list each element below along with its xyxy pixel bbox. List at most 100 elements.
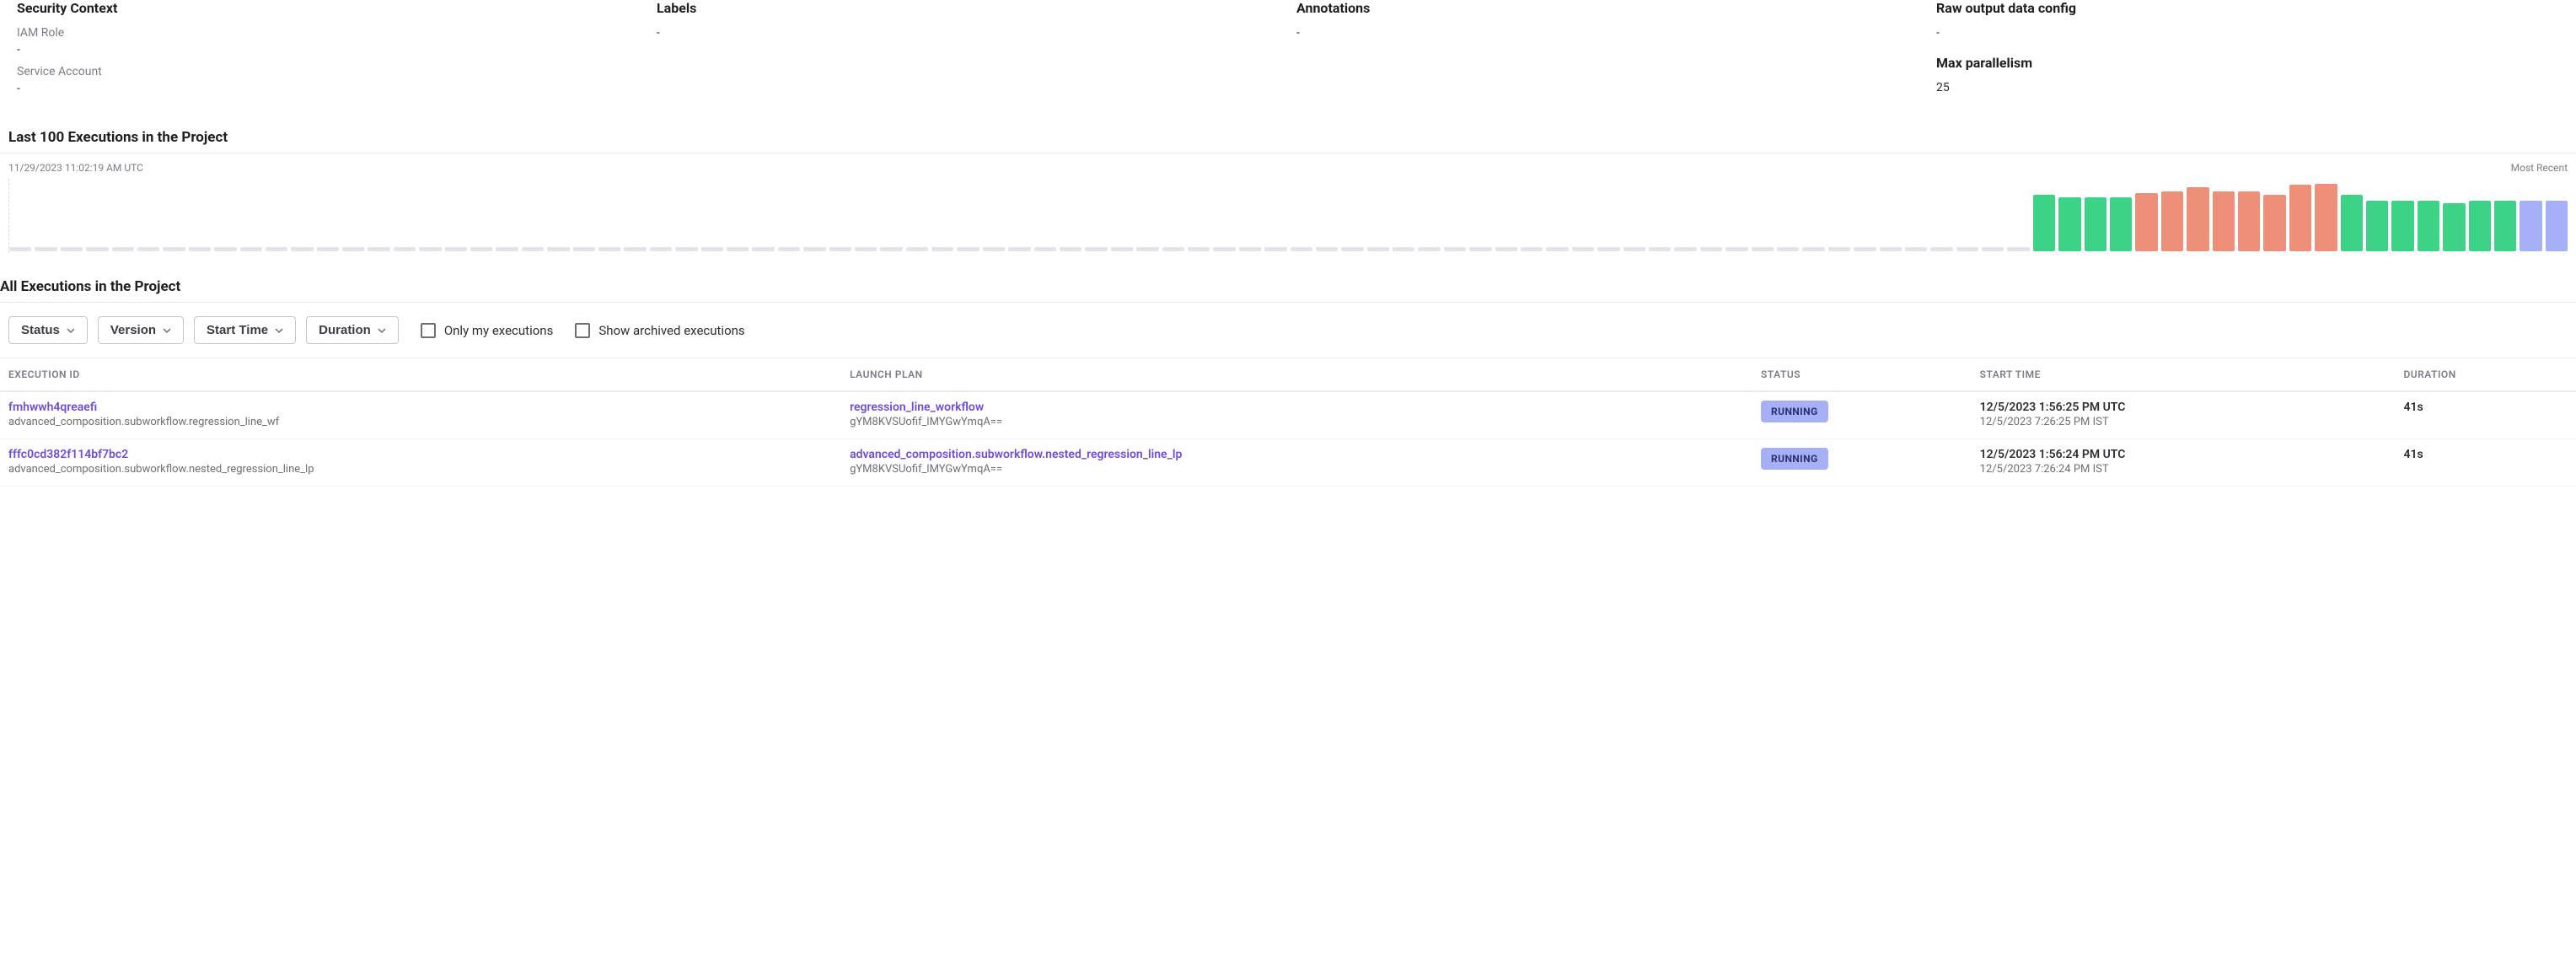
chart-bar[interactable] [1367,247,1389,251]
filter-status-button[interactable]: Status [8,316,88,344]
chart-bar[interactable] [2315,184,2337,251]
chart-bar[interactable] [906,247,928,251]
chart-bar[interactable] [1188,247,1210,251]
chart-bar[interactable] [880,247,902,251]
execution-id-link[interactable]: fmhwwh4qreaefi [8,401,97,414]
chart-bar[interactable] [2187,187,2208,251]
chart-bar[interactable] [1469,247,1491,251]
chart-bar[interactable] [35,247,56,251]
chart-bar[interactable] [214,247,236,251]
chart-bar[interactable] [1085,247,1107,251]
chart-bar[interactable] [778,247,800,251]
chart-bar[interactable] [496,247,518,251]
chart-bar[interactable] [445,247,467,251]
chart-bar[interactable] [1674,247,1696,251]
chart-bar[interactable] [1136,247,1158,251]
execution-id-link[interactable]: fffc0cd382f114bf7bc2 [8,448,128,461]
chart-bar[interactable] [2469,201,2491,251]
chart-bar[interactable] [291,247,313,251]
chart-bar[interactable] [1239,247,1261,251]
chart-bar[interactable] [1700,247,1722,251]
chart-bar[interactable] [957,247,979,251]
chart-bar[interactable] [1597,247,1619,251]
chart-bar[interactable] [803,247,825,251]
chart-bar[interactable] [522,247,544,251]
chart-bar[interactable] [1546,247,1568,251]
chart-bar[interactable] [2110,197,2132,252]
chart-bar[interactable] [86,247,108,251]
chart-bar[interactable] [1291,247,1312,251]
chart-bar[interactable] [1777,247,1799,251]
only-my-checkbox[interactable]: Only my executions [421,323,554,338]
chart-bar[interactable] [1521,247,1543,251]
chart-bar[interactable] [1495,247,1517,251]
chart-bar[interactable] [2520,201,2541,251]
chart-bar[interactable] [752,247,774,251]
chart-bar[interactable] [598,247,620,251]
chart-bar[interactable] [1880,247,1902,251]
chart-bar[interactable] [2443,203,2465,251]
chart-bar[interactable] [1341,247,1363,251]
chart-bar[interactable] [1649,247,1671,251]
chart-bar[interactable] [675,247,697,251]
chart-bar[interactable] [163,247,185,251]
chart-bar[interactable] [2007,247,2029,251]
chart-bar[interactable] [1854,247,1876,251]
chart-bar[interactable] [1444,247,1466,251]
chart-bar[interactable] [624,247,646,251]
chart-bar[interactable] [1930,247,1952,251]
chart-bar[interactable] [9,247,31,251]
chart-bar[interactable] [1956,247,1978,251]
chart-bar[interactable] [112,247,134,251]
chart-bar[interactable] [1905,247,1927,251]
chart-bar[interactable] [2546,201,2568,251]
chart-bar[interactable] [61,247,83,251]
chart-bar[interactable] [2391,201,2413,251]
chart-bar[interactable] [1623,247,1645,251]
chart-bar[interactable] [1982,247,2004,251]
chart-bar[interactable] [2058,197,2080,252]
chart-bar[interactable] [137,247,159,251]
chart-bar[interactable] [2085,197,2106,252]
chart-bar[interactable] [1725,247,1747,251]
chart-bar[interactable] [1162,247,1184,251]
chart-bar[interactable] [368,247,389,251]
chart-bar[interactable] [650,247,672,251]
chart-bar[interactable] [855,247,877,251]
chart-bar[interactable] [1008,247,1030,251]
chart-bar[interactable] [829,247,851,251]
chart-bar[interactable] [1802,247,1824,251]
chart-bar[interactable] [1034,247,1056,251]
chart-bar[interactable] [2135,193,2157,251]
chart-bar[interactable] [240,247,262,251]
chart-bar[interactable] [2341,195,2363,251]
chart-bar[interactable] [547,247,569,251]
filter-start-time-button[interactable]: Start Time [194,316,296,344]
chart-bar[interactable] [2418,201,2439,251]
chart-bar[interactable] [2213,191,2235,251]
chart-bar[interactable] [317,247,339,251]
launch-plan-link[interactable]: advanced_composition.subworkflow.nested_… [850,448,1182,461]
chart-bar[interactable] [701,247,723,251]
chart-bar[interactable] [931,247,953,251]
chart-bar[interactable] [419,247,441,251]
chart-bar[interactable] [1752,247,1774,251]
filter-version-button[interactable]: Version [98,316,184,344]
chart-bar[interactable] [2263,195,2285,251]
chart-bar[interactable] [2033,195,2055,251]
chart-bar[interactable] [1572,247,1594,251]
chart-bar[interactable] [1111,247,1133,251]
chart-bar[interactable] [2494,201,2516,251]
chart-bar[interactable] [1060,247,1081,251]
filter-duration-button[interactable]: Duration [306,316,399,344]
chart-bar[interactable] [1418,247,1440,251]
chart-bar[interactable] [189,247,211,251]
chart-bar[interactable] [2161,191,2183,251]
chart-bar[interactable] [727,247,749,251]
show-archived-checkbox[interactable]: Show archived executions [575,323,744,338]
chart-bar[interactable] [470,247,492,251]
chart-bar[interactable] [573,247,595,251]
chart-bar[interactable] [1828,247,1850,251]
chart-bar[interactable] [1393,247,1414,251]
chart-bar[interactable] [394,247,416,251]
